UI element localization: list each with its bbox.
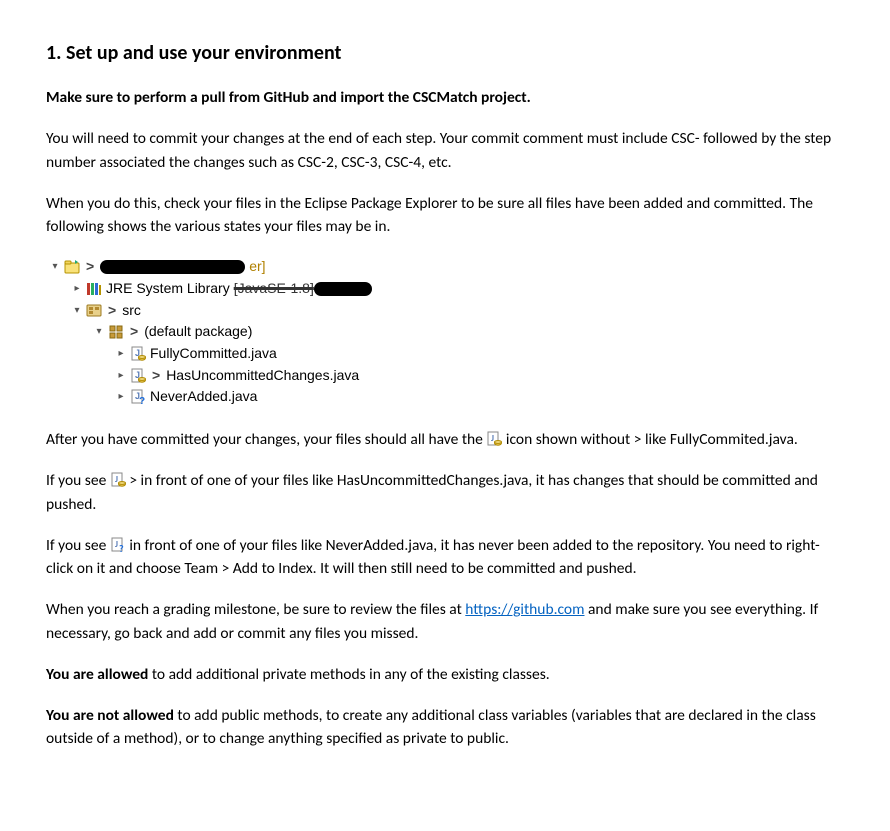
dirty-marker: >: [130, 321, 138, 343]
text-fragment: After you have committed your changes, y…: [46, 430, 486, 449]
tree-row-default-pkg: ▾ > (default package): [94, 321, 844, 343]
text-fragment: > in front of one of your files like Has…: [46, 471, 818, 513]
dirty-marker: >: [86, 256, 94, 278]
file-name: FullyCommitted.java: [150, 343, 277, 365]
chevron-right-icon: ▸: [116, 389, 126, 405]
project-branch-suffix: er]: [249, 256, 265, 278]
chevron-down-icon: ▾: [72, 303, 82, 319]
dirty-marker: >: [108, 300, 116, 322]
para-allowed: You are allowed to add additional privat…: [46, 663, 844, 686]
para-neveradded-explain: If you see in front of one of your files…: [46, 534, 844, 581]
java-file-committed-icon: [110, 472, 126, 488]
tree-row-project: ▾ > er]: [50, 256, 844, 278]
chevron-right-icon: ▸: [116, 368, 126, 384]
package-icon: [108, 324, 124, 340]
default-package-label: (default package): [144, 321, 252, 343]
text-fragment: to add additional private methods in any…: [148, 665, 549, 684]
allowed-bold: You are allowed: [46, 665, 148, 684]
tree-row-file-uncommitted: ▸ > HasUncommittedChanges.java: [116, 365, 844, 387]
section-heading: 1. Set up and use your environment: [46, 38, 844, 68]
text-fragment: If you see: [46, 471, 110, 490]
chevron-down-icon: ▾: [50, 259, 60, 275]
text-fragment: When you reach a grading milestone, be s…: [46, 600, 465, 619]
not-allowed-bold: You are not allowed: [46, 706, 174, 725]
java-file-neveradded-icon: [110, 537, 126, 553]
src-label: src: [122, 300, 141, 322]
para-commit-rule: You will need to commit your changes at …: [46, 127, 844, 174]
jre-version-strike: [JavaSE-1.8]: [234, 278, 314, 300]
para-uncommitted-explain: If you see > in front of one of your fil…: [46, 469, 844, 516]
para-grading-milestone: When you reach a grading milestone, be s…: [46, 598, 844, 645]
para-check-files: When you do this, check your files in th…: [46, 192, 844, 239]
intro-bold: Make sure to perform a pull from GitHub …: [46, 86, 844, 109]
github-link[interactable]: https://github.com: [465, 600, 584, 619]
java-file-committed-icon: [130, 368, 146, 384]
jre-label: JRE System Library: [106, 278, 230, 300]
chevron-right-icon: ▸: [116, 346, 126, 362]
file-name: NeverAdded.java: [150, 386, 257, 408]
para-not-allowed: You are not allowed to add public method…: [46, 704, 844, 751]
chevron-down-icon: ▾: [94, 324, 104, 340]
text-fragment: in front of one of your files like Never…: [46, 536, 820, 578]
chevron-right-icon: ▸: [72, 281, 82, 297]
tree-row-file-neveradded: ▸ NeverAdded.java: [116, 386, 844, 408]
source-folder-icon: [86, 302, 102, 318]
text-fragment: icon shown without > like FullyCommited.…: [506, 430, 798, 449]
redaction-bar: [100, 260, 245, 274]
java-file-committed-icon: [486, 431, 502, 447]
text-fragment: If you see: [46, 536, 110, 555]
dirty-marker: >: [152, 365, 160, 387]
java-file-committed-icon: [130, 346, 146, 362]
java-file-neveradded-icon: [130, 389, 146, 405]
package-explorer-tree: ▾ > er] ▸ JRE System Library [JavaSE-1.8…: [50, 256, 844, 408]
para-after-commit: After you have committed your changes, y…: [46, 428, 844, 451]
tree-row-src: ▾ > src: [72, 300, 844, 322]
tree-row-file-committed: ▸ FullyCommitted.java: [116, 343, 844, 365]
library-icon: [86, 281, 102, 297]
project-folder-icon: [64, 259, 80, 275]
tree-row-jre: ▸ JRE System Library [JavaSE-1.8]: [72, 278, 844, 300]
redaction-bar: [314, 282, 372, 296]
file-name: HasUncommittedChanges.java: [166, 365, 359, 387]
